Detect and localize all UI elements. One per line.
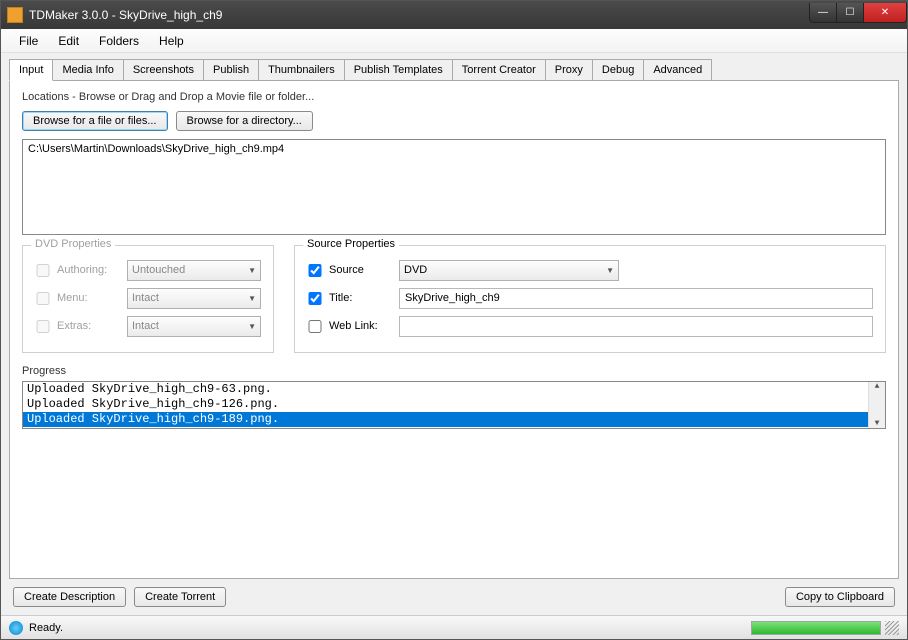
- chevron-down-icon: ▼: [248, 266, 256, 275]
- create-torrent-button[interactable]: Create Torrent: [134, 587, 226, 607]
- tab-thumbnailers[interactable]: Thumbnailers: [259, 59, 345, 80]
- menu-folders[interactable]: Folders: [89, 30, 149, 52]
- tab-panel-input: Locations - Browse or Drag and Drop a Mo…: [9, 80, 899, 579]
- tab-media-info[interactable]: Media Info: [53, 59, 123, 80]
- menu-file[interactable]: File: [9, 30, 48, 52]
- progress-line[interactable]: Uploaded SkyDrive_high_ch9-63.png.: [23, 382, 885, 397]
- menu-select: Intact▼: [127, 288, 261, 309]
- source-select[interactable]: DVD▼: [399, 260, 619, 281]
- tabstrip: Input Media Info Screenshots Publish Thu…: [9, 59, 899, 80]
- scroll-down-icon[interactable]: ▼: [875, 419, 880, 428]
- close-button[interactable]: ✕: [863, 3, 907, 23]
- browse-files-button[interactable]: Browse for a file or files...: [22, 111, 168, 131]
- source-group-title: Source Properties: [303, 238, 399, 250]
- tab-debug[interactable]: Debug: [593, 59, 644, 80]
- progress-listbox[interactable]: Uploaded SkyDrive_high_ch9-63.png. Uploa…: [22, 381, 886, 429]
- app-icon: [7, 7, 23, 23]
- status-text: Ready.: [29, 622, 751, 634]
- progress-line[interactable]: Uploaded SkyDrive_high_ch9-126.png.: [23, 397, 885, 412]
- locations-label: Locations - Browse or Drag and Drop a Mo…: [22, 91, 886, 103]
- menu-help[interactable]: Help: [149, 30, 194, 52]
- authoring-select: Untouched▼: [127, 260, 261, 281]
- dvd-properties-group: DVD Properties Authoring: Untouched▼ Men…: [22, 245, 274, 353]
- statusbar: Ready.: [1, 615, 907, 639]
- browse-directory-button[interactable]: Browse for a directory...: [176, 111, 313, 131]
- authoring-checkbox: [35, 264, 51, 277]
- status-icon: [9, 621, 23, 635]
- resize-grip[interactable]: [885, 621, 899, 635]
- progress-label: Progress: [22, 365, 886, 377]
- status-progressbar: [751, 621, 881, 635]
- file-listbox[interactable]: C:\Users\Martin\Downloads\SkyDrive_high_…: [22, 139, 886, 235]
- tab-publish-templates[interactable]: Publish Templates: [345, 59, 453, 80]
- chevron-down-icon: ▼: [248, 322, 256, 331]
- authoring-label: Authoring:: [57, 264, 127, 276]
- app-window: TDMaker 3.0.0 - SkyDrive_high_ch9 — ☐ ✕ …: [0, 0, 908, 640]
- source-label: Source: [329, 264, 399, 276]
- create-description-button[interactable]: Create Description: [13, 587, 126, 607]
- chevron-down-icon: ▼: [248, 294, 256, 303]
- file-list-item[interactable]: C:\Users\Martin\Downloads\SkyDrive_high_…: [28, 143, 880, 155]
- extras-select: Intact▼: [127, 316, 261, 337]
- scroll-up-icon[interactable]: ▲: [875, 382, 880, 391]
- tab-advanced[interactable]: Advanced: [644, 59, 712, 80]
- copy-to-clipboard-button[interactable]: Copy to Clipboard: [785, 587, 895, 607]
- menu-checkbox: [35, 292, 51, 305]
- tab-input[interactable]: Input: [9, 59, 53, 81]
- tab-torrent-creator[interactable]: Torrent Creator: [453, 59, 546, 80]
- status-progress-fill: [752, 622, 880, 634]
- source-properties-group: Source Properties Source DVD▼ Title: Web…: [294, 245, 886, 353]
- minimize-button[interactable]: —: [809, 3, 837, 23]
- content-area: Input Media Info Screenshots Publish Thu…: [1, 53, 907, 579]
- title-label: Title:: [329, 292, 399, 304]
- extras-label: Extras:: [57, 320, 127, 332]
- menu-label: Menu:: [57, 292, 127, 304]
- title-field[interactable]: [399, 288, 873, 309]
- weblink-label: Web Link:: [329, 320, 399, 332]
- title-checkbox[interactable]: [307, 292, 323, 305]
- menu-edit[interactable]: Edit: [48, 30, 89, 52]
- bottom-button-bar: Create Description Create Torrent Copy t…: [1, 579, 907, 615]
- menubar: File Edit Folders Help: [1, 29, 907, 53]
- tab-proxy[interactable]: Proxy: [546, 59, 593, 80]
- source-checkbox[interactable]: [307, 264, 323, 277]
- extras-checkbox: [35, 320, 51, 333]
- titlebar[interactable]: TDMaker 3.0.0 - SkyDrive_high_ch9 — ☐ ✕: [1, 1, 907, 29]
- chevron-down-icon: ▼: [606, 266, 614, 275]
- dvd-group-title: DVD Properties: [31, 238, 115, 250]
- weblink-field[interactable]: [399, 316, 873, 337]
- window-title: TDMaker 3.0.0 - SkyDrive_high_ch9: [29, 8, 810, 22]
- tab-publish[interactable]: Publish: [204, 59, 259, 80]
- scrollbar[interactable]: ▲ ▼: [868, 382, 885, 428]
- weblink-checkbox[interactable]: [307, 320, 323, 333]
- progress-line-selected[interactable]: Uploaded SkyDrive_high_ch9-189.png.: [23, 412, 885, 427]
- tab-screenshots[interactable]: Screenshots: [124, 59, 204, 80]
- maximize-button[interactable]: ☐: [836, 3, 864, 23]
